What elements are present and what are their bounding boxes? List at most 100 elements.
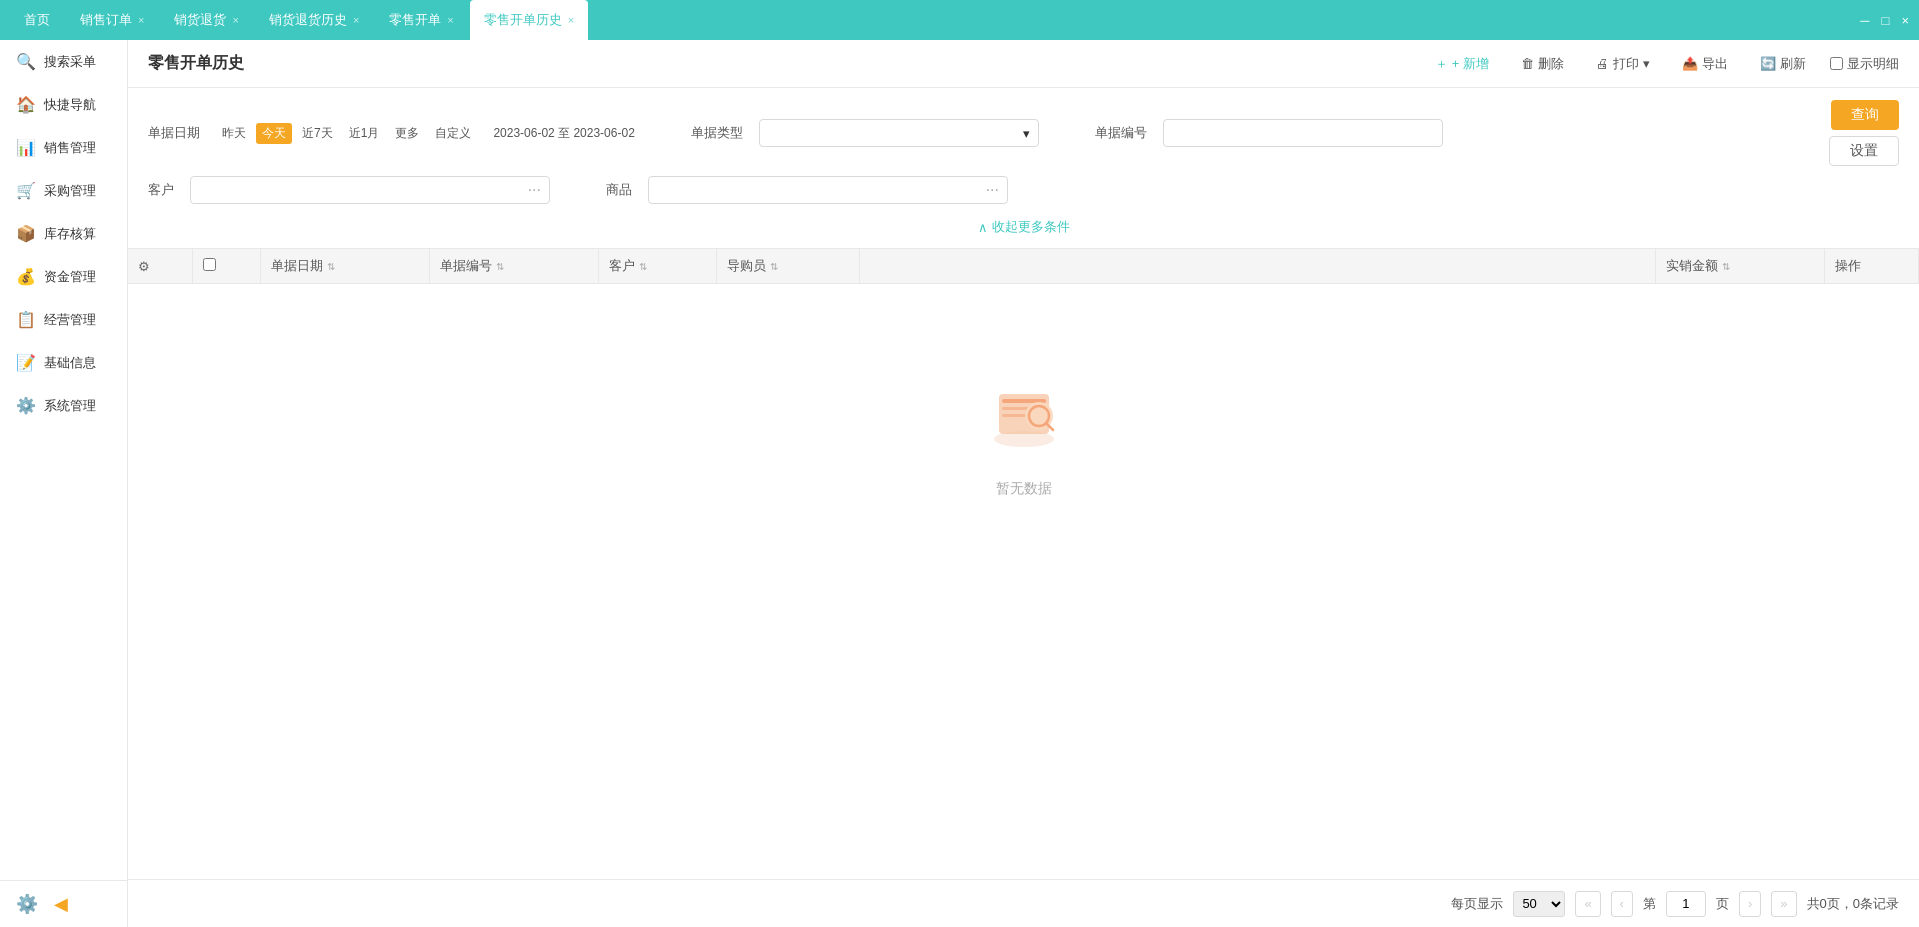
th-guide-sort[interactable]: 导购员 ⇅ <box>727 257 849 275</box>
tab-home-label: 首页 <box>24 11 50 29</box>
customer-label: 客户 <box>148 181 174 199</box>
query-buttons: 查询 设置 <box>1829 100 1899 166</box>
th-no-label: 单据编号 <box>440 257 492 275</box>
prev-page-btn[interactable]: ‹ <box>1611 891 1633 917</box>
tab-retail-open[interactable]: 零售开单 × <box>375 0 467 40</box>
query-button[interactable]: 查询 <box>1831 100 1899 130</box>
sidebar-item-quicknav[interactable]: 🏠 快捷导航 <box>0 83 127 126</box>
tab-retail-history[interactable]: 零售开单历史 × <box>470 0 588 40</box>
display-detail-label: 显示明细 <box>1847 55 1899 73</box>
tab-sales-order-close[interactable]: × <box>138 14 144 26</box>
th-amount: 实销金额 ⇅ <box>1656 249 1825 284</box>
sidebar-item-basicinfo[interactable]: 📝 基础信息 <box>0 341 127 384</box>
sidebar-item-purchase-label: 采购管理 <box>44 182 96 200</box>
tab-list: 首页 销售订单 × 销货退货 × 销货退货历史 × 零售开单 × 零售开单历史 … <box>10 0 588 40</box>
add-button[interactable]: ＋ + 新增 <box>1427 51 1497 77</box>
per-page-select[interactable]: 50 10 20 100 <box>1513 891 1565 917</box>
content-area: 零售开单历史 ＋ + 新增 🗑 删除 🖨 打印 ▾ 📤 导出 <box>128 40 1919 927</box>
print-button[interactable]: 🖨 打印 ▾ <box>1588 51 1658 77</box>
th-guide-label: 导购员 <box>727 257 766 275</box>
sidebar-item-inventory[interactable]: 📦 库存核算 <box>0 212 127 255</box>
date-range-display: 2023-06-02 至 2023-06-02 <box>493 125 634 142</box>
export-label: 导出 <box>1702 55 1728 73</box>
maximize-btn[interactable]: □ <box>1882 13 1890 28</box>
page-input[interactable]: 1 <box>1666 891 1706 917</box>
search-icon: 🔍 <box>16 52 36 71</box>
collapse-button[interactable]: ∧ 收起更多条件 <box>978 218 1070 236</box>
display-detail-checkbox[interactable] <box>1830 57 1843 70</box>
sort-icon-amount: ⇅ <box>1722 261 1730 272</box>
tab-sales-return-close[interactable]: × <box>232 14 238 26</box>
filter-area: 单据日期 昨天 今天 近7天 近1月 更多 自定义 2023-06-02 至 2… <box>128 88 1919 249</box>
tab-retail-history-close[interactable]: × <box>568 14 574 26</box>
goods-label: 商品 <box>606 181 632 199</box>
tab-sales-order[interactable]: 销售订单 × <box>66 0 158 40</box>
date-btn-more[interactable]: 更多 <box>389 123 425 144</box>
delete-label: 删除 <box>1538 55 1564 73</box>
goods-select[interactable]: ··· <box>648 176 1008 204</box>
close-btn-window[interactable]: × <box>1901 13 1909 28</box>
export-icon: 📤 <box>1682 56 1698 71</box>
date-btn-yesterday[interactable]: 昨天 <box>216 123 252 144</box>
chevron-up-icon: ∧ <box>978 220 988 235</box>
basicinfo-icon: 📝 <box>16 353 36 372</box>
docno-input[interactable] <box>1163 119 1443 147</box>
tab-sales-return-history[interactable]: 销货退货历史 × <box>255 0 373 40</box>
sort-icon-guide: ⇅ <box>770 261 778 272</box>
date-btn-1month[interactable]: 近1月 <box>343 123 386 144</box>
delete-icon: 🗑 <box>1521 56 1534 71</box>
refresh-icon: 🔄 <box>1760 56 1776 71</box>
doctype-select[interactable]: ▾ <box>759 119 1039 147</box>
th-no-sort[interactable]: 单据编号 ⇅ <box>440 257 588 275</box>
home-icon: 🏠 <box>16 95 36 114</box>
th-amount-sort[interactable]: 实销金额 ⇅ <box>1666 257 1814 275</box>
refresh-button[interactable]: 🔄 刷新 <box>1752 51 1814 77</box>
first-page-btn[interactable]: « <box>1575 891 1600 917</box>
date-btn-custom[interactable]: 自定义 <box>429 123 477 144</box>
delete-button[interactable]: 🗑 删除 <box>1513 51 1572 77</box>
data-table: ⚙ 单据日期 ⇅ 单据编号 <box>128 249 1919 284</box>
last-page-btn[interactable]: » <box>1771 891 1796 917</box>
th-customer-sort[interactable]: 客户 ⇅ <box>609 257 705 275</box>
print-label: 打印 <box>1613 55 1639 73</box>
filter-row-2: 客户 ··· 商品 ··· <box>148 176 1899 204</box>
setting-button[interactable]: 设置 <box>1829 136 1899 166</box>
table-settings-icon[interactable]: ⚙ <box>138 259 150 274</box>
collapse-icon[interactable]: ◀ <box>54 893 68 915</box>
table-area: ⚙ 单据日期 ⇅ 单据编号 <box>128 249 1919 879</box>
tab-sales-return-history-close[interactable]: × <box>353 14 359 26</box>
settings-bottom-icon[interactable]: ⚙️ <box>16 893 38 915</box>
tab-retail-open-close[interactable]: × <box>447 14 453 26</box>
sort-icon-date: ⇅ <box>327 261 335 272</box>
date-label: 单据日期 <box>148 124 200 142</box>
next-page-btn[interactable]: › <box>1739 891 1761 917</box>
sidebar-item-search[interactable]: 🔍 搜索采单 <box>0 40 127 83</box>
sidebar-item-system[interactable]: ⚙️ 系统管理 <box>0 384 127 427</box>
per-page-label: 每页显示 <box>1451 895 1503 913</box>
display-detail[interactable]: 显示明细 <box>1830 55 1899 73</box>
page-title: 零售开单历史 <box>148 53 244 74</box>
minimize-btn[interactable]: ─ <box>1860 13 1869 28</box>
sidebar-item-finance[interactable]: 💰 资金管理 <box>0 255 127 298</box>
sidebar-item-sales[interactable]: 📊 销售管理 <box>0 126 127 169</box>
date-btn-today[interactable]: 今天 <box>256 123 292 144</box>
date-btn-7days[interactable]: 近7天 <box>296 123 339 144</box>
sidebar-item-operations[interactable]: 📋 经营管理 <box>0 298 127 341</box>
select-all-checkbox[interactable] <box>203 258 216 271</box>
goods-dots-icon: ··· <box>986 181 999 199</box>
sort-icon-customer: ⇅ <box>639 261 647 272</box>
sidebar-item-purchase[interactable]: 🛒 采购管理 <box>0 169 127 212</box>
doctype-label: 单据类型 <box>691 124 743 142</box>
sidebar: 🔍 搜索采单 🏠 快捷导航 📊 销售管理 🛒 采购管理 📦 库存核算 💰 资金管… <box>0 40 128 927</box>
refresh-label: 刷新 <box>1780 55 1806 73</box>
tab-retail-open-label: 零售开单 <box>389 11 441 29</box>
sort-icon-no: ⇅ <box>496 261 504 272</box>
th-date-label: 单据日期 <box>271 257 323 275</box>
customer-select[interactable]: ··· <box>190 176 550 204</box>
total-info: 共0页，0条记录 <box>1807 895 1899 913</box>
th-date-sort[interactable]: 单据日期 ⇅ <box>271 257 419 275</box>
tab-home[interactable]: 首页 <box>10 0 64 40</box>
tab-sales-return[interactable]: 销货退货 × <box>160 0 252 40</box>
th-amount-label: 实销金额 <box>1666 257 1718 275</box>
export-button[interactable]: 📤 导出 <box>1674 51 1736 77</box>
